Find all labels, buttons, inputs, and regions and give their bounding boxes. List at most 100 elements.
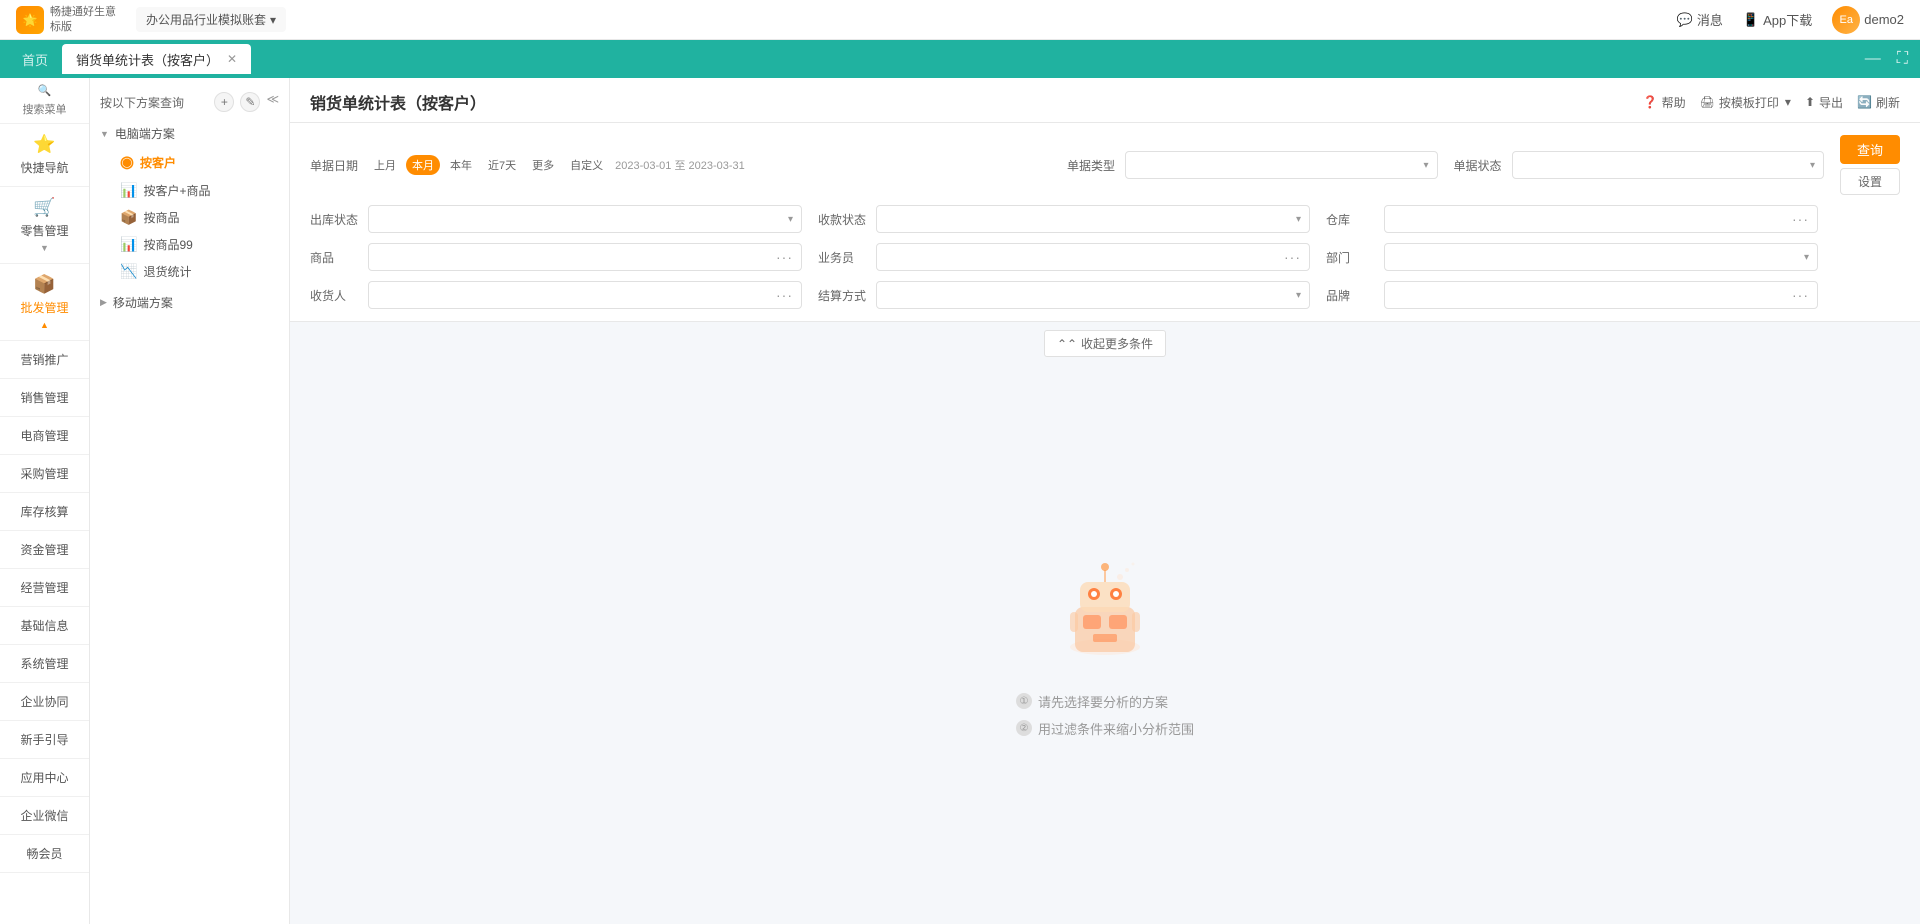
logo-icon: 🌟 [16,6,44,34]
page-header: 销货单统计表（按客户） ❓ 帮助 🖨 按模板打印 ▾ ⬆ 导出 [290,78,1920,123]
date-btn-this-month[interactable]: 本月 [406,155,440,175]
warehouse-field: 仓库 ··· [1326,205,1818,233]
sidebar-search[interactable]: 🔍 搜索菜单 [0,78,89,124]
print-icon: 🖨 [1700,95,1715,109]
doc-type-label: 单据类型 [1067,157,1117,174]
add-scheme-button[interactable]: + [214,92,234,112]
sidebar-item-wholesale[interactable]: 📦 批发管理 ▲ [0,264,89,341]
wholesale-icon: 📦 [33,274,55,295]
sidebar-item-operations[interactable]: 经营管理 [0,569,89,607]
empty-illustration [1045,552,1165,672]
sidebar-item-finance[interactable]: 资金管理 [0,531,89,569]
settlement-label: 结算方式 [818,287,868,304]
left-sidebar: 🔍 搜索菜单 ⭐ 快捷导航 🛒 零售管理 ▼ 📦 批发管理 ▲ 营销推广 销售管… [0,78,90,924]
header-right: 💬 消息 📱 App下载 Ea demo2 [1677,6,1904,34]
sidebar-item-enterprise-wechat[interactable]: 企业微信 [0,797,89,835]
app-selector[interactable]: 办公用品行业模拟账套 ▾ [136,7,286,32]
tab-home[interactable]: 首页 [8,44,62,74]
chevron-up-icon: ▲ [40,320,49,330]
download-icon: 📱 [1743,12,1759,28]
filter-row-4: 收货人 ··· 结算方式 ▾ 品牌 [310,281,1900,309]
doc-status-select[interactable]: ▾ [1512,151,1825,179]
tab-close-icon[interactable]: ✕ [227,52,237,66]
sidebar-item-ecom[interactable]: 电商管理 [0,417,89,455]
edit-scheme-button[interactable]: ✎ [240,92,260,112]
chart-icon: 📊 [120,182,137,199]
receiver-label: 收货人 [310,287,360,304]
filter-row-1: 单据日期 上月 本月 本年 近7天 更多 自定义 2023-03-01 至 20… [310,135,1900,195]
filter-row-3: 商品 ··· 业务员 ··· 部门 [310,243,1900,271]
desktop-scheme-group[interactable]: ▼ 电脑端方案 [90,120,289,147]
brand-select[interactable]: ··· [1384,281,1818,309]
sidebar-item-purchase[interactable]: 采购管理 [0,455,89,493]
scheme-by-customer[interactable]: ◉ 按客户 [90,147,289,177]
help-button[interactable]: ❓ 帮助 [1643,94,1686,111]
dots-icon: ··· [1792,287,1809,303]
sidebar-item-sales[interactable]: 销售管理 [0,379,89,417]
receiver-select[interactable]: ··· [368,281,802,309]
sidebar-item-appstore[interactable]: 应用中心 [0,759,89,797]
mobile-scheme-group[interactable]: ▶ 移动端方案 [90,289,289,316]
logo-area: 🌟 畅捷通好生意 标版 [16,5,116,34]
tab-minimize-icon[interactable]: — [1861,46,1885,72]
scheme-by-goods99[interactable]: 📊 按商品99 [90,231,289,258]
salesperson-select[interactable]: ··· [876,243,1310,271]
department-select[interactable]: ▾ [1384,243,1818,271]
tab-expand-icon[interactable]: ⛶ [1893,46,1912,72]
export-button[interactable]: ⬆ 导出 [1805,94,1843,111]
scheme-by-goods[interactable]: 📦 按商品 [90,204,289,231]
filter-row-2: 出库状态 ▾ 收款状态 ▾ 仓库 [310,205,1900,233]
date-btn-custom[interactable]: 自定义 [564,155,609,175]
settings-button[interactable]: 设置 [1840,168,1900,195]
goods-select[interactable]: ··· [368,243,802,271]
tab-sales-stat[interactable]: 销货单统计表（按客户） ✕ [62,44,251,74]
date-btn-more[interactable]: 更多 [526,155,560,175]
tip-num-2: ② [1016,720,1032,736]
export-icon: ⬆ [1805,95,1815,109]
message-action[interactable]: 💬 消息 [1677,10,1723,29]
collapse-panel-button[interactable]: ≪ [266,92,279,112]
chevron-down-icon: ▾ [1296,214,1301,225]
print-button[interactable]: 🖨 按模板打印 ▾ [1700,94,1791,111]
sidebar-item-onboarding[interactable]: 新手引导 [0,721,89,759]
warehouse-select[interactable]: ··· [1384,205,1818,233]
filter-panel: 按以下方案查询 + ✎ ≪ ▼ 电脑端方案 ◉ 按客户 📊 按客户+商品 [90,78,290,924]
doc-status-field: 单据状态 ▾ [1454,151,1825,179]
sidebar-item-inventory[interactable]: 库存核算 [0,493,89,531]
salesperson-field: 业务员 ··· [818,243,1310,271]
scheme-return-stat[interactable]: 📉 退货统计 [90,258,289,285]
sidebar-item-enterprise[interactable]: 企业协同 [0,683,89,721]
refresh-button[interactable]: 🔄 刷新 [1857,94,1900,111]
scheme-by-customer-goods[interactable]: 📊 按客户+商品 [90,177,289,204]
app-download-action[interactable]: 📱 App下载 [1743,10,1812,29]
sidebar-item-marketing[interactable]: 营销推广 [0,341,89,379]
return-icon: 📉 [120,263,137,280]
customer-icon: ◉ [120,152,134,172]
tab-bar: 首页 销货单统计表（按客户） ✕ — ⛶ [0,40,1920,78]
date-btn-this-year[interactable]: 本年 [444,155,478,175]
sidebar-item-retail[interactable]: 🛒 零售管理 ▼ [0,187,89,264]
payment-status-select[interactable]: ▾ [876,205,1310,233]
query-button[interactable]: 查询 [1840,135,1900,164]
user-action[interactable]: Ea demo2 [1832,6,1904,34]
print-dropdown-icon[interactable]: ▾ [1785,95,1791,109]
sidebar-item-basic[interactable]: 基础信息 [0,607,89,645]
chevron-down-icon: ▾ [1423,160,1428,171]
warehouse-label: 仓库 [1326,211,1376,228]
brand-label: 品牌 [1326,287,1376,304]
settlement-select[interactable]: ▾ [876,281,1310,309]
out-status-select[interactable]: ▾ [368,205,802,233]
chevron-down-icon: ▾ [788,214,793,225]
settlement-field: 结算方式 ▾ [818,281,1310,309]
sidebar-item-quick-nav[interactable]: ⭐ 快捷导航 [0,124,89,187]
filter-header-actions: + ✎ ≪ [214,92,279,112]
goods99-icon: 📊 [120,236,137,253]
sidebar-item-members[interactable]: 畅会员 [0,835,89,873]
sidebar-item-system[interactable]: 系统管理 [0,645,89,683]
date-btn-last-month[interactable]: 上月 [368,155,402,175]
doc-type-select[interactable]: ▾ [1125,151,1438,179]
collapse-button[interactable]: ⌃⌃ 收起更多条件 [1044,330,1166,357]
empty-tip-1: ① 请先选择要分析的方案 [1016,692,1194,711]
doc-status-label: 单据状态 [1454,157,1504,174]
date-btn-7days[interactable]: 近7天 [482,155,522,175]
